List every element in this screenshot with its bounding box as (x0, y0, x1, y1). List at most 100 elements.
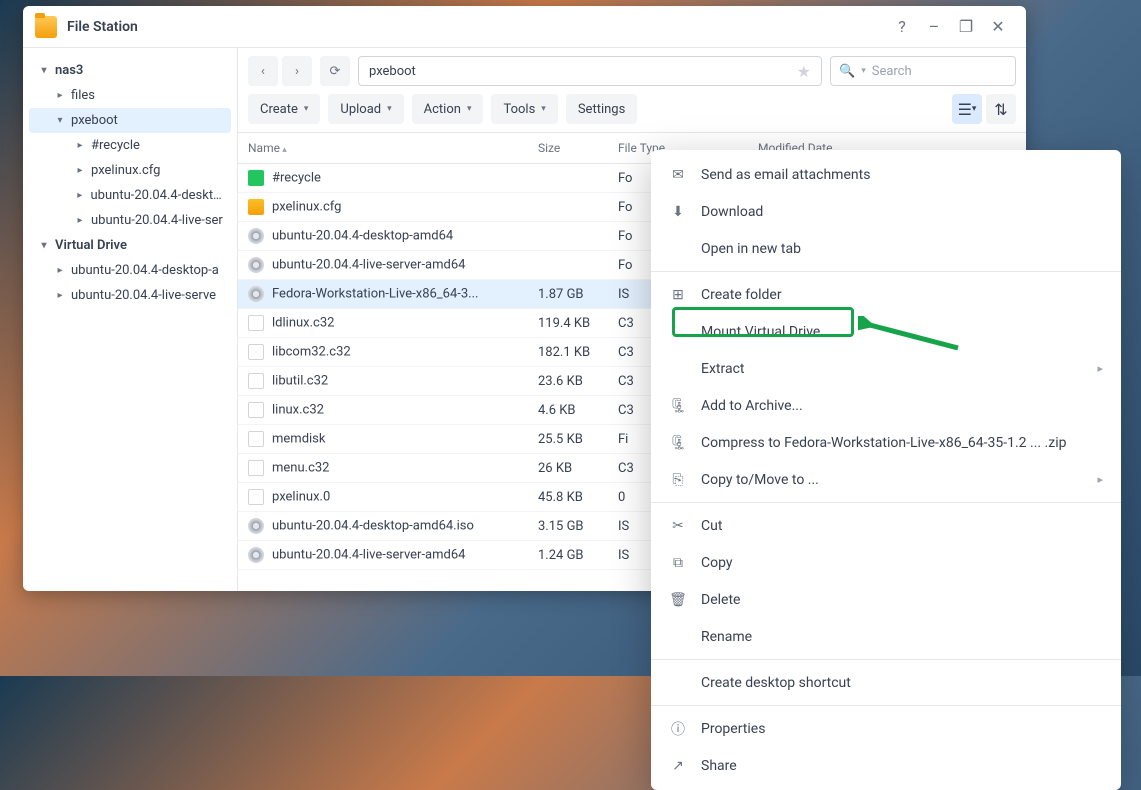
create-button[interactable]: Create▾ (248, 94, 320, 124)
download-icon: ⬇ (669, 203, 687, 221)
menu-label: Compress to Fedora-Workstation-Live-x86_… (701, 435, 1066, 451)
blank-icon (669, 360, 687, 378)
search-icon: 🔍 (839, 64, 855, 79)
menu-properties[interactable]: ⓘ Properties (651, 710, 1121, 747)
menu-copy-to-move-to[interactable]: ⎘Copy to/Move to ...▸ (651, 461, 1121, 498)
tree-label: pxeboot (71, 113, 118, 128)
back-button[interactable]: ‹ (248, 56, 278, 86)
sort-button[interactable]: ⇅ (986, 94, 1016, 124)
file-size: 45.8 KB (528, 483, 608, 512)
menu-mount-virtual-drive[interactable]: Mount Virtual Drive (651, 313, 1121, 350)
tree-item--recycle[interactable]: ▸ #recycle (29, 133, 231, 158)
menu-separator (651, 502, 1121, 503)
forward-button[interactable]: › (282, 56, 312, 86)
tree-caret[interactable]: ▾ (37, 240, 51, 251)
titlebar: File Station ? – ❐ ✕ (23, 6, 1026, 48)
menu-rename[interactable]: Rename (651, 618, 1121, 655)
tree-caret[interactable]: ▸ (53, 90, 67, 101)
upload-button[interactable]: Upload▾ (328, 94, 403, 124)
path-field[interactable]: pxeboot ★ (358, 56, 822, 86)
blank-icon (669, 240, 687, 258)
file-size (528, 222, 608, 251)
settings-button[interactable]: Settings (566, 94, 637, 124)
app-title: File Station (67, 19, 138, 35)
menu-create-desktop-shortcut[interactable]: Create desktop shortcut (651, 664, 1121, 701)
menu-copy[interactable]: ⧉Copy (651, 544, 1121, 581)
menu-open-in-new-tab[interactable]: Open in new tab (651, 230, 1121, 267)
file-size: 25.5 KB (528, 425, 608, 454)
menu-compress-to-fedora-workstation-live-x86-64-35-1-2-zip[interactable]: 🗜Compress to Fedora-Workstation-Live-x86… (651, 424, 1121, 461)
file-size: 1.87 GB (528, 280, 608, 309)
col-size[interactable]: Size (528, 133, 608, 164)
tree-item-nas3[interactable]: ▾ nas3 (29, 58, 231, 83)
tree-item-ubuntu-20-04-4-live-serve[interactable]: ▸ubuntu-20.04.4-live-serve (29, 283, 231, 308)
menu-send-as-email-attachments[interactable]: ✉Send as email attachments (651, 156, 1121, 193)
menu-label: Cut (701, 518, 722, 534)
search-options-caret[interactable]: ▾ (861, 66, 866, 76)
blank-icon (669, 674, 687, 692)
tree-label: files (71, 88, 95, 103)
menu-share[interactable]: ↗Share (651, 747, 1121, 784)
list-view-button[interactable]: ☰▾ (952, 94, 982, 124)
file-name: memdisk (272, 431, 326, 446)
tree-caret[interactable]: ▸ (53, 265, 67, 276)
tree-item-pxelinux-cfg[interactable]: ▸pxelinux.cfg (29, 158, 231, 183)
minimize-button[interactable]: – (918, 11, 950, 43)
menu-delete[interactable]: 🗑Delete (651, 581, 1121, 618)
col-name[interactable]: Name (238, 133, 528, 164)
file-name: linux.c32 (272, 402, 324, 417)
info-icon: ⓘ (669, 720, 687, 738)
blank-icon (669, 628, 687, 646)
tree-caret[interactable]: ▸ (73, 140, 87, 151)
menu-add-to-archive[interactable]: 🗜 Add to Archive... (651, 387, 1121, 424)
menu-label: Add to Archive... (701, 398, 803, 414)
tree-item-pxeboot[interactable]: ▾ pxeboot (29, 108, 231, 133)
submenu-arrow: ▸ (1097, 362, 1103, 375)
disc-icon (248, 547, 264, 563)
tree-caret[interactable]: ▸ (73, 215, 87, 226)
file-icon (248, 431, 264, 447)
tree-item-ubuntu-20-04-4-live-ser[interactable]: ▸ ubuntu-20.04.4-live-ser (29, 208, 231, 233)
tree-caret[interactable]: ▾ (37, 65, 51, 76)
file-name: libutil.c32 (272, 373, 328, 388)
tree-label: ubuntu-20.04.4-desktop (91, 188, 223, 203)
tree-caret[interactable]: ▸ (53, 290, 67, 301)
tree-caret[interactable]: ▸ (73, 165, 87, 176)
file-size: 1.24 GB (528, 541, 608, 570)
favorite-icon[interactable]: ★ (797, 62, 811, 81)
tree-caret[interactable]: ▾ (53, 115, 67, 126)
menu-download[interactable]: ⬇Download (651, 193, 1121, 230)
tree-label: #recycle (91, 138, 140, 153)
path-text: pxeboot (369, 64, 416, 79)
file-icon (248, 373, 264, 389)
app-icon (35, 16, 57, 38)
menu-label: Extract (701, 361, 744, 377)
file-icon (248, 344, 264, 360)
menu-cut[interactable]: ✂Cut (651, 507, 1121, 544)
file-icon (248, 489, 264, 505)
file-size: 4.6 KB (528, 396, 608, 425)
tree-caret[interactable]: ▸ (73, 190, 87, 201)
file-name: ubuntu-20.04.4-live-server-amd64 (272, 257, 465, 272)
menu-label: Properties (701, 721, 765, 737)
file-name: libcom32.c32 (272, 344, 351, 359)
refresh-button[interactable]: ⟳ (320, 56, 350, 86)
menu-create-folder[interactable]: ⊞Create folder (651, 276, 1121, 313)
search-field[interactable]: 🔍 ▾ Search (830, 56, 1016, 86)
tools-button[interactable]: Tools▾ (491, 94, 557, 124)
archive-icon: 🗜 (669, 397, 687, 415)
maximize-button[interactable]: ❐ (950, 11, 982, 43)
tree-item-files[interactable]: ▸ files (29, 83, 231, 108)
help-button[interactable]: ? (886, 11, 918, 43)
menu-extract[interactable]: Extract ▸ (651, 350, 1121, 387)
tree-item-virtual-drive[interactable]: ▾Virtual Drive (29, 233, 231, 258)
tree-item-ubuntu-20-04-4-desktop[interactable]: ▸ ubuntu-20.04.4-desktop (29, 183, 231, 208)
close-button[interactable]: ✕ (982, 11, 1014, 43)
folder-icon (248, 199, 264, 215)
copy-move-icon: ⎘ (669, 471, 687, 489)
search-placeholder: Search (872, 64, 912, 79)
tree-label: nas3 (55, 63, 83, 78)
tree-item-ubuntu-20-04-4-desktop-a[interactable]: ▸ubuntu-20.04.4-desktop-a (29, 258, 231, 283)
tree-label: ubuntu-20.04.4-live-ser (91, 213, 223, 228)
action-button[interactable]: Action▾ (412, 94, 484, 124)
